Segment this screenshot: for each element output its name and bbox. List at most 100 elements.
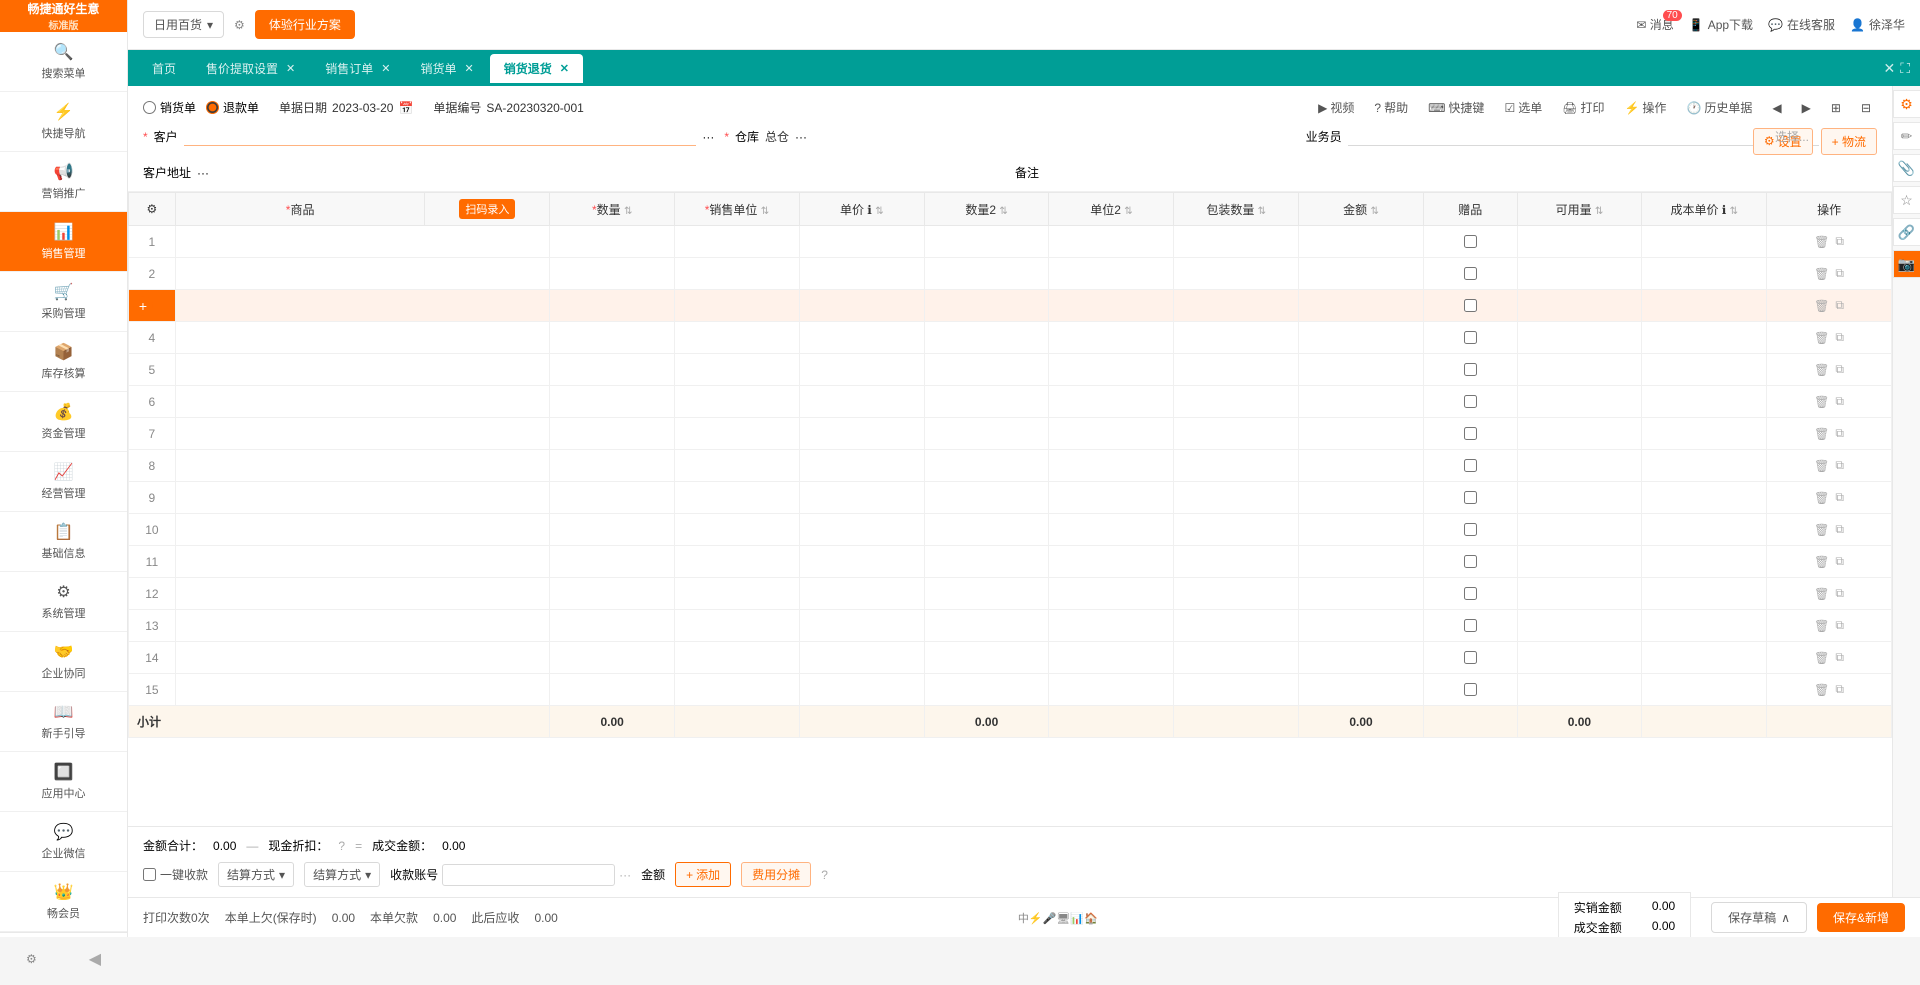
gift-checkbox-9[interactable] [1464, 491, 1477, 504]
gift-checkbox-4[interactable] [1464, 331, 1477, 344]
trial-plan-button[interactable]: 体验行业方案 [255, 10, 355, 39]
delete-icon-4[interactable]: 🗑 [1814, 331, 1829, 345]
sidebar-item-member[interactable]: 👑 畅会员 [0, 872, 127, 932]
copy-icon-5[interactable]: ⧉ [1835, 362, 1844, 377]
gift-checkbox-13[interactable] [1464, 619, 1477, 632]
sidebar-item-inventory[interactable]: 📦 库存核算 [0, 332, 127, 392]
sidebar-item-operations[interactable]: 📈 经营管理 [0, 452, 127, 512]
delete-icon-6[interactable]: 🗑 [1814, 395, 1829, 409]
sidebar-item-finance[interactable]: 💰 资金管理 [0, 392, 127, 452]
radio-sale-out[interactable]: 销货单 [143, 99, 196, 116]
delete-icon-15[interactable]: 🗑 [1814, 683, 1829, 697]
customer-input[interactable] [184, 127, 697, 146]
tab-sale-out[interactable]: 销货单 ✕ [406, 54, 487, 83]
account-input[interactable] [442, 864, 615, 886]
save-new-button[interactable]: 保存&新增 [1817, 903, 1905, 932]
calc-method-selector[interactable]: 结算方式 ▾ [304, 862, 380, 887]
gift-checkbox-1[interactable] [1464, 235, 1477, 248]
tab-close-all-icon[interactable]: ✕ [1883, 60, 1895, 77]
sidebar-collapse-btn[interactable]: ◀ [81, 941, 109, 977]
address-dots-btn[interactable]: ··· [197, 166, 209, 180]
industry-selector[interactable]: 日用百货 ▾ [143, 11, 224, 38]
add-payment-button[interactable]: + 添加 [675, 862, 731, 887]
gift-checkbox-3[interactable] [1464, 299, 1477, 312]
gift-checkbox-8[interactable] [1464, 459, 1477, 472]
calendar-icon[interactable]: 📅 [398, 101, 413, 115]
tab-maximize-icon[interactable]: ⛶ [1900, 60, 1910, 77]
account-dots-btn[interactable]: ··· [619, 868, 631, 882]
toolbar-next-btn[interactable]: ▶ [1796, 98, 1817, 118]
copy-icon-10[interactable]: ⧉ [1835, 522, 1844, 537]
toolbar-shortcuts-btn[interactable]: ⌨ 快捷键 [1422, 96, 1490, 119]
fee-split-button[interactable]: 费用分摊 [741, 862, 811, 887]
delete-icon-9[interactable]: 🗑 [1814, 491, 1829, 505]
copy-icon-15[interactable]: ⧉ [1835, 682, 1844, 697]
delete-icon-10[interactable]: 🗑 [1814, 523, 1829, 537]
message-button[interactable]: ✉ 70 消息 [1636, 16, 1673, 33]
delete-icon-3[interactable]: 🗑 [1814, 299, 1829, 313]
sidebar-item-wechat[interactable]: 💬 企业微信 [0, 812, 127, 872]
gift-checkbox-2[interactable] [1464, 267, 1477, 280]
delete-icon-5[interactable]: 🗑 [1814, 363, 1829, 377]
sidebar-item-shortcuts[interactable]: ⚡ 快捷导航 [0, 92, 127, 152]
copy-icon-7[interactable]: ⧉ [1835, 426, 1844, 441]
copy-icon-9[interactable]: ⧉ [1835, 490, 1844, 505]
copy-icon-2[interactable]: ⧉ [1835, 266, 1844, 281]
delete-icon-7[interactable]: 🗑 [1814, 427, 1829, 441]
copy-icon-14[interactable]: ⧉ [1835, 650, 1844, 665]
toolbar-grid1-btn[interactable]: ⊞ [1825, 98, 1847, 118]
toolbar-ops-btn[interactable]: ⚡ 操作 [1618, 96, 1672, 119]
tab-sale-return[interactable]: 销货退货 ✕ [490, 54, 583, 83]
copy-icon-1[interactable]: ⧉ [1835, 234, 1844, 249]
copy-icon-3[interactable]: ⧉ [1835, 298, 1844, 313]
app-download-button[interactable]: 📱 App下载 [1689, 16, 1753, 33]
copy-icon-13[interactable]: ⧉ [1835, 618, 1844, 633]
warehouse-dots-btn[interactable]: ··· [795, 130, 807, 144]
tab-sale-return-close[interactable]: ✕ [560, 62, 569, 75]
gift-checkbox-12[interactable] [1464, 587, 1477, 600]
copy-icon-6[interactable]: ⧉ [1835, 394, 1844, 409]
toolbar-print-btn[interactable]: 🖨 打印 [1556, 96, 1610, 119]
sidebar-item-purchase[interactable]: 🛒 采购管理 [0, 272, 127, 332]
settings-gear-icon[interactable]: ⚙ [234, 18, 245, 32]
gift-checkbox-10[interactable] [1464, 523, 1477, 536]
tab-sale-out-close[interactable]: ✕ [465, 62, 474, 75]
sidebar-item-marketing[interactable]: 📢 营销推广 [0, 152, 127, 212]
sidebar-item-app-center[interactable]: 🔲 应用中心 [0, 752, 127, 812]
sidebar-item-guide[interactable]: 📖 新手引导 [0, 692, 127, 752]
toolbar-prev-btn[interactable]: ◀ [1766, 98, 1787, 118]
delete-icon-8[interactable]: 🗑 [1814, 459, 1829, 473]
sidebar-item-sales[interactable]: 📊 销售管理 [0, 212, 127, 272]
one-click-payment-input[interactable] [143, 868, 156, 881]
save-draft-button[interactable]: 保存草稿 ∧ [1711, 902, 1807, 933]
tab-home[interactable]: 首页 [138, 54, 190, 83]
copy-icon-11[interactable]: ⧉ [1835, 554, 1844, 569]
delete-icon-13[interactable]: 🗑 [1814, 619, 1829, 633]
right-favorite-btn[interactable]: ☆ [1893, 186, 1920, 214]
scan-btn[interactable]: 扫码录入 [459, 199, 515, 219]
delete-icon-1[interactable]: 🗑 [1814, 235, 1829, 249]
right-camera-btn[interactable]: 📷 [1893, 250, 1920, 278]
copy-icon-12[interactable]: ⧉ [1835, 586, 1844, 601]
sidebar-item-basic[interactable]: 📋 基础信息 [0, 512, 127, 572]
toolbar-select-btn[interactable]: ☑ 选单 [1498, 96, 1548, 119]
discount-question[interactable]: ? [338, 839, 345, 853]
copy-icon-8[interactable]: ⧉ [1835, 458, 1844, 473]
right-attachment-btn[interactable]: 📎 [1893, 154, 1920, 182]
tab-sale-order[interactable]: 销售订单 ✕ [311, 54, 404, 83]
toolbar-history-btn[interactable]: 🕐 历史单据 [1680, 96, 1758, 119]
toolbar-help-btn[interactable]: ? 帮助 [1368, 96, 1414, 119]
fee-help-icon[interactable]: ? [821, 868, 828, 882]
delete-icon-14[interactable]: 🗑 [1814, 651, 1829, 665]
one-click-payment-checkbox[interactable]: 一键收款 [143, 866, 208, 883]
delete-icon-11[interactable]: 🗑 [1814, 555, 1829, 569]
tab-sale-price[interactable]: 售价提取设置 ✕ [192, 54, 309, 83]
delete-icon-12[interactable]: 🗑 [1814, 587, 1829, 601]
customer-dots-btn[interactable]: ··· [702, 130, 714, 144]
gift-checkbox-5[interactable] [1464, 363, 1477, 376]
radio-return[interactable]: 退款单 [206, 99, 259, 116]
sidebar-item-enterprise[interactable]: 🤝 企业协同 [0, 632, 127, 692]
gift-checkbox-6[interactable] [1464, 395, 1477, 408]
tab-sale-order-close[interactable]: ✕ [381, 62, 390, 75]
radio-sale-out-input[interactable] [143, 101, 156, 114]
